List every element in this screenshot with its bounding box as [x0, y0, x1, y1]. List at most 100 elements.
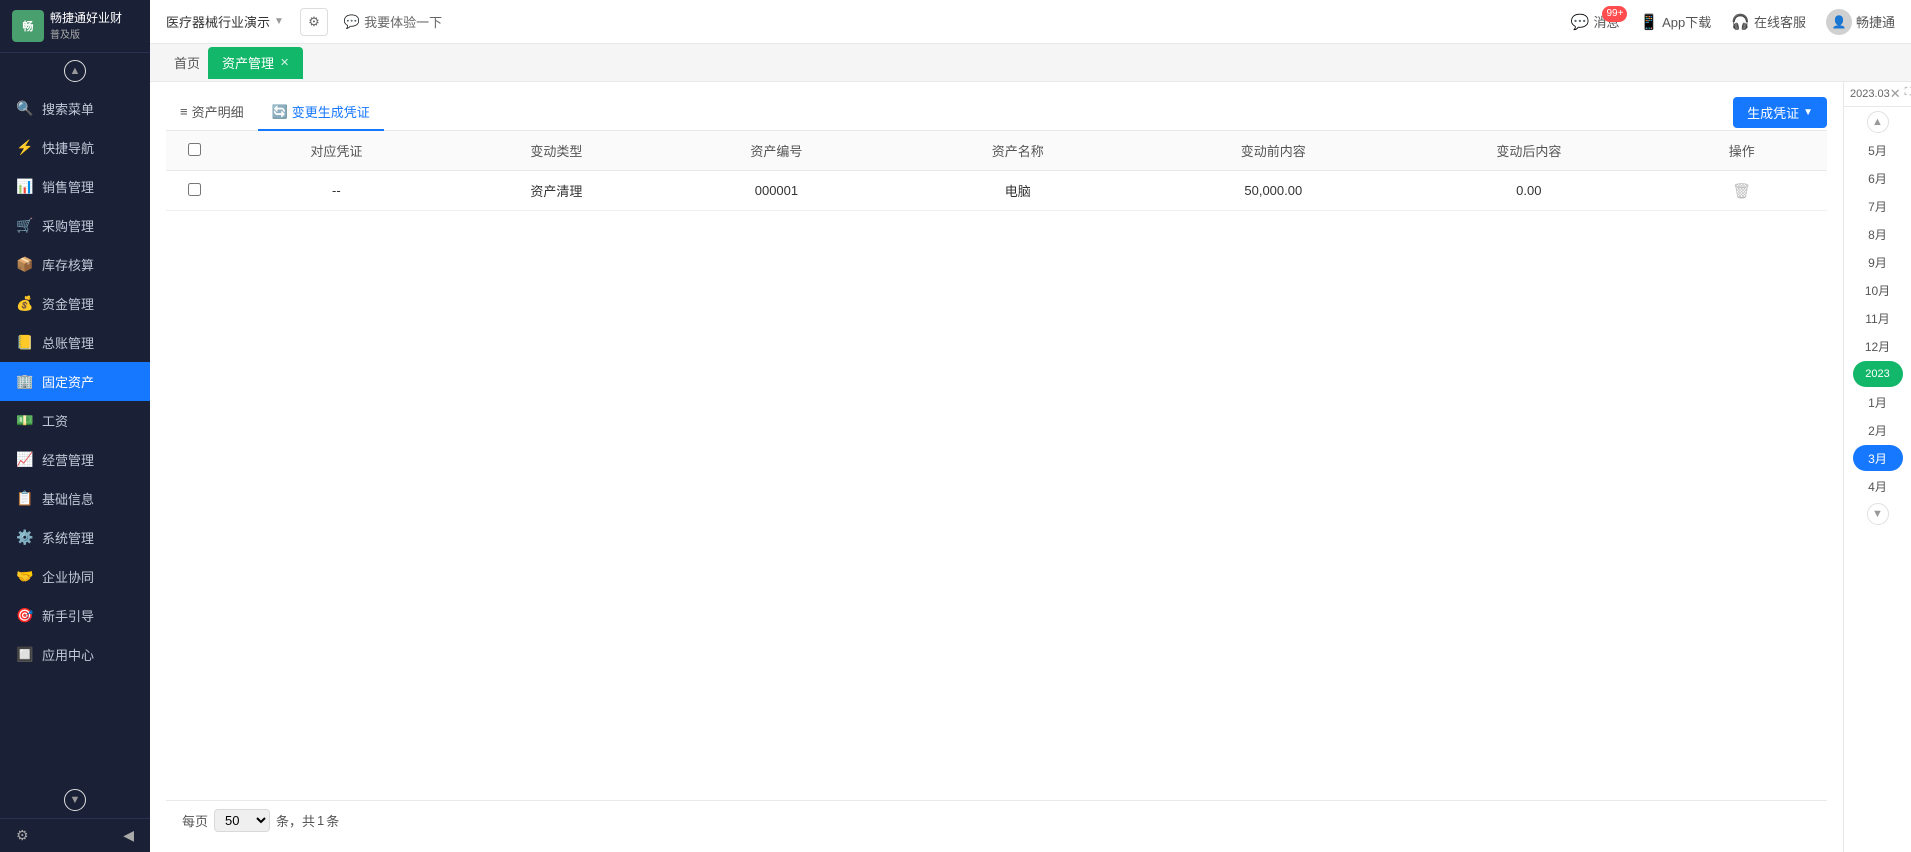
- generate-voucher-button[interactable]: 生成凭证 ▼: [1733, 97, 1827, 128]
- sidebar-item-label-quicknav: 快捷导航: [42, 138, 94, 157]
- generate-voucher-label: 生成凭证: [1747, 103, 1799, 122]
- month-10[interactable]: 10月: [1853, 277, 1903, 303]
- change-voucher-icon: 🔄: [272, 104, 288, 120]
- date-panel-title: 2023.03: [1850, 88, 1890, 100]
- table-wrapper: 对应凭证 变动类型 资产编号 资产名称 变动前内容 变动后内容 操作: [166, 131, 1827, 800]
- tab-asset-mgmt[interactable]: 资产管理 ✕: [208, 47, 303, 79]
- app-center-icon: 🔲: [16, 646, 34, 664]
- sidebar-item-operations[interactable]: 📈 经营管理: [0, 440, 150, 479]
- month-8[interactable]: 8月: [1853, 221, 1903, 247]
- sidebar-item-guide[interactable]: 🎯 新手引导: [0, 596, 150, 635]
- logo-sub: 普及版: [50, 26, 122, 41]
- month-2[interactable]: 2月: [1853, 417, 1903, 443]
- content-main: ≡ 资产明细 🔄 变更生成凭证 生成凭证 ▼: [150, 82, 1843, 852]
- sidebar-item-basic-info[interactable]: 📋 基础信息: [0, 479, 150, 518]
- sub-tab-change-voucher-label: 变更生成凭证: [292, 102, 370, 121]
- sidebar-item-sales[interactable]: 📊 销售管理: [0, 167, 150, 206]
- date-panel-expand-icon[interactable]: ⛶: [1905, 86, 1911, 102]
- month-7[interactable]: 7月: [1853, 193, 1903, 219]
- settings-bottom-icon[interactable]: ⚙: [16, 827, 29, 844]
- notifications-button[interactable]: 💬 消息 99+: [1571, 12, 1620, 31]
- tabbar: 首页 资产管理 ✕: [150, 44, 1911, 82]
- app-download-button[interactable]: 📱 App下载: [1639, 12, 1711, 31]
- main-area: 医疗器械行业演示 ▼ ⚙ 💬 我要体验一下 💬 消息 99+ 📱 App下载 🎧…: [150, 0, 1911, 852]
- month-11[interactable]: 11月: [1853, 305, 1903, 331]
- notifications-icon: 💬: [1571, 13, 1590, 31]
- sidebar-item-label-ledger: 总账管理: [42, 333, 94, 352]
- generate-dropdown-icon: ▼: [1803, 107, 1813, 118]
- header-change-type: 变动类型: [450, 131, 663, 171]
- sidebar-item-label-salary: 工资: [42, 411, 68, 430]
- month-3-current[interactable]: 3月: [1853, 445, 1903, 471]
- delete-button[interactable]: 🗑: [1732, 183, 1751, 200]
- avatar: 👤: [1826, 9, 1852, 35]
- sidebar-item-label-operations: 经营管理: [42, 450, 94, 469]
- month-9[interactable]: 9月: [1853, 249, 1903, 275]
- customer-service-button[interactable]: 🎧 在线客服: [1731, 12, 1806, 31]
- row-checkbox-cell: [166, 171, 223, 211]
- header-voucher: 对应凭证: [223, 131, 450, 171]
- collapse-icon[interactable]: ◀: [123, 827, 134, 844]
- sidebar-item-label-funds: 资金管理: [42, 294, 94, 313]
- sidebar-item-purchase[interactable]: 🛒 采购管理: [0, 206, 150, 245]
- date-nav-up[interactable]: ▲: [1867, 111, 1889, 133]
- select-all-checkbox[interactable]: [188, 143, 201, 156]
- page-label: 每页: [182, 811, 208, 830]
- sidebar-logo: 畅 畅捷通好业财 普及版: [0, 0, 150, 53]
- sub-tab-change-voucher[interactable]: 🔄 变更生成凭证: [258, 94, 384, 131]
- row-operation: 🗑: [1657, 171, 1827, 211]
- sub-tab-asset-list-label: 资产明细: [192, 102, 244, 121]
- sidebar-item-app-center[interactable]: 🔲 应用中心: [0, 635, 150, 674]
- total-suffix: 条: [326, 811, 339, 830]
- user-label: 畅捷通: [1856, 12, 1895, 31]
- sidebar-item-fixed-assets[interactable]: 🏢 固定资产: [0, 362, 150, 401]
- sidebar-item-system[interactable]: ⚙️ 系统管理: [0, 518, 150, 557]
- app-download-icon: 📱: [1639, 13, 1658, 31]
- tab-asset-mgmt-label: 资产管理: [222, 53, 274, 72]
- sidebar-scroll-down[interactable]: ▼: [64, 789, 86, 811]
- user-menu[interactable]: 👤 畅捷通: [1826, 9, 1895, 35]
- tab-close-icon[interactable]: ✕: [280, 56, 289, 69]
- sidebar: 畅 畅捷通好业财 普及版 ▲ 🔍 搜索菜单 ⚡ 快捷导航 📊 销售管理 🛒 采购…: [0, 0, 150, 852]
- topbar-settings-button[interactable]: ⚙: [300, 8, 328, 36]
- sidebar-item-funds[interactable]: 💰 资金管理: [0, 284, 150, 323]
- sidebar-menu: 🔍 搜索菜单 ⚡ 快捷导航 📊 销售管理 🛒 采购管理 📦 库存核算 💰 资金管…: [0, 89, 150, 782]
- asset-list-icon: ≡: [180, 104, 188, 119]
- salary-icon: 💵: [16, 412, 34, 430]
- page-size-select[interactable]: 10 20 50 100: [214, 809, 270, 832]
- feedback-button[interactable]: 💬 我要体验一下: [344, 12, 442, 31]
- month-4[interactable]: 4月: [1853, 473, 1903, 499]
- sidebar-item-search[interactable]: 🔍 搜索菜单: [0, 89, 150, 128]
- sidebar-item-ledger[interactable]: 📒 总账管理: [0, 323, 150, 362]
- company-selector[interactable]: 医疗器械行业演示 ▼: [166, 12, 284, 31]
- row-after-change: 0.00: [1401, 171, 1657, 211]
- month-6[interactable]: 6月: [1853, 165, 1903, 191]
- company-arrow-icon: ▼: [274, 16, 284, 27]
- row-checkbox[interactable]: [188, 183, 201, 196]
- sidebar-item-inventory[interactable]: 📦 库存核算: [0, 245, 150, 284]
- month-12[interactable]: 12月: [1853, 333, 1903, 359]
- sidebar-item-label-search: 搜索菜单: [42, 99, 94, 118]
- sidebar-item-salary[interactable]: 💵 工资: [0, 401, 150, 440]
- month-5[interactable]: 5月: [1853, 137, 1903, 163]
- sidebar-item-label-app-center: 应用中心: [42, 645, 94, 664]
- header-checkbox-cell: [166, 131, 223, 171]
- sidebar-item-cooperation[interactable]: 🤝 企业协同: [0, 557, 150, 596]
- sub-tab-asset-list[interactable]: ≡ 资产明细: [166, 94, 258, 131]
- month-1[interactable]: 1月: [1853, 389, 1903, 415]
- date-panel-close-icon[interactable]: ✕: [1890, 86, 1901, 102]
- sidebar-scroll-up[interactable]: ▲: [64, 60, 86, 82]
- date-nav-down[interactable]: ▼: [1867, 503, 1889, 525]
- header-before-change: 变动前内容: [1146, 131, 1402, 171]
- sidebar-item-quicknav[interactable]: ⚡ 快捷导航: [0, 128, 150, 167]
- sidebar-bottom: ⚙ ◀: [0, 818, 150, 852]
- row-before-change: 50,000.00: [1146, 171, 1402, 211]
- content-area: ≡ 资产明细 🔄 变更生成凭证 生成凭证 ▼: [150, 82, 1911, 852]
- sidebar-item-label-guide: 新手引导: [42, 606, 94, 625]
- date-panel-header: 2023.03 ✕ ⛶: [1844, 82, 1911, 107]
- tab-home[interactable]: 首页: [166, 53, 208, 72]
- operations-icon: 📈: [16, 451, 34, 469]
- customer-service-label: 在线客服: [1754, 12, 1806, 31]
- funds-icon: 💰: [16, 295, 34, 313]
- notifications-badge: 99+: [1602, 6, 1627, 22]
